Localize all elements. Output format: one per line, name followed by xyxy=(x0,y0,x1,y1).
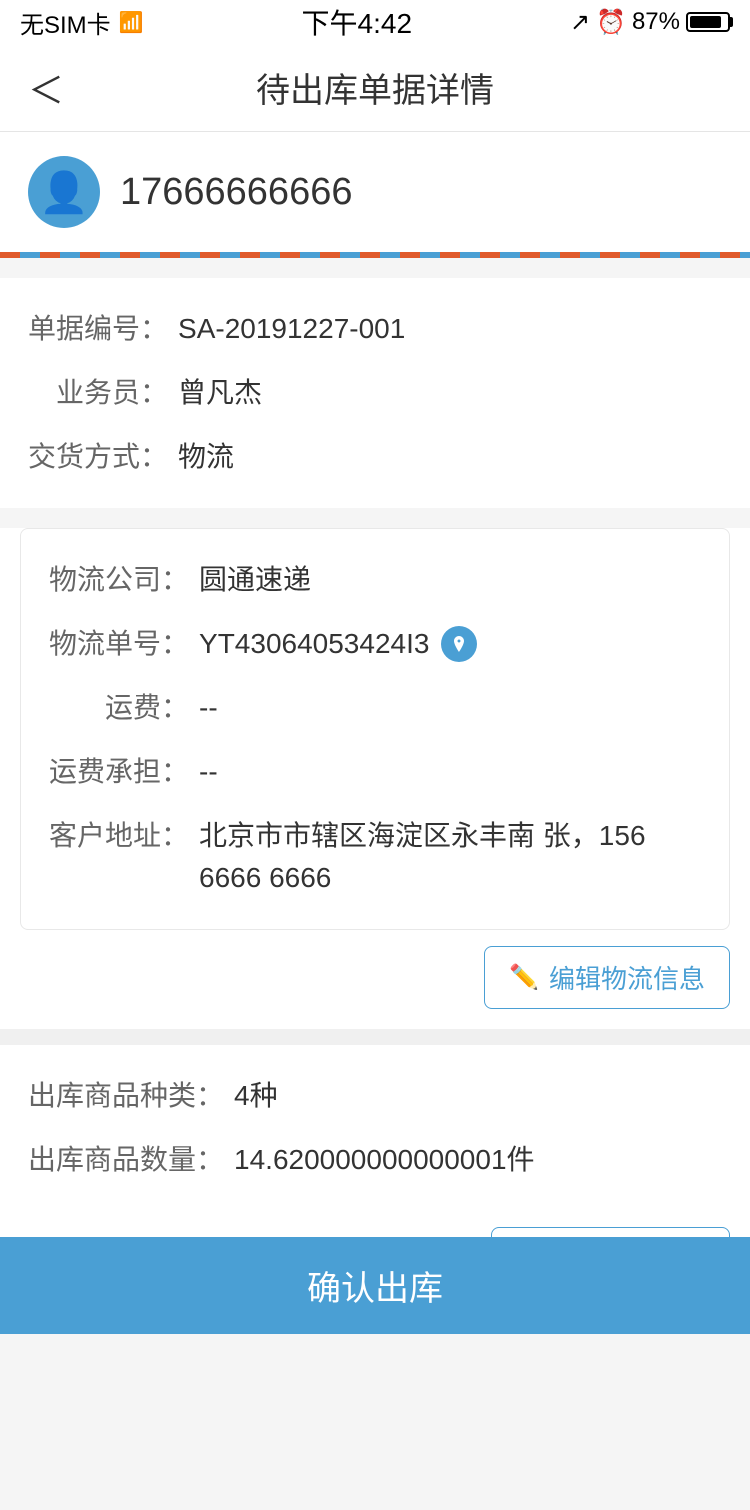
edit-logistics-button[interactable]: ✏️ 编辑物流信息 xyxy=(484,946,730,1009)
address-row: 客户地址： 北京市市辖区海淀区永丰南 张，156 6666 6666 xyxy=(49,815,701,899)
edit-icon: ✏️ xyxy=(509,963,539,992)
salesman-label: 业务员： xyxy=(28,372,168,414)
wifi-icon: 📶 xyxy=(119,10,144,35)
freight-bear-value: -- xyxy=(199,751,701,793)
avatar: 👤 xyxy=(28,156,100,228)
map-icon[interactable] xyxy=(441,626,477,662)
alarm-icon: ⏰ xyxy=(596,8,626,37)
goods-type-label: 出库商品种类： xyxy=(28,1075,224,1117)
freight-label: 运费： xyxy=(49,687,189,729)
tracking-value-row: YT43064053424I3 xyxy=(199,623,701,665)
divider1 xyxy=(0,1029,750,1045)
goods-type-row: 出库商品种类： 4种 xyxy=(28,1075,722,1117)
location-status-icon: ↗ xyxy=(570,8,590,37)
edit-btn-label: 编辑物流信息 xyxy=(549,959,705,996)
edit-btn-row: ✏️ 编辑物流信息 xyxy=(0,946,750,1029)
person-icon: 👤 xyxy=(39,169,89,216)
address-label: 客户地址： xyxy=(49,815,189,857)
goods-quantity-row: 出库商品数量： 14.620000000000001件 xyxy=(28,1139,722,1181)
confirm-btn-wrapper: 确认出库 xyxy=(0,1237,750,1334)
freight-row: 运费： -- xyxy=(49,687,701,729)
logistics-section: 物流公司： 圆通速递 物流单号： YT43064053424I3 运费： -- … xyxy=(0,528,750,1029)
company-label: 物流公司： xyxy=(49,559,189,601)
status-left: 无SIM卡 📶 xyxy=(20,5,144,40)
company-value: 圆通速递 xyxy=(199,559,701,601)
nav-bar: ＜ 待出库单据详情 xyxy=(0,44,750,132)
back-button[interactable]: ＜ xyxy=(28,62,64,114)
delivery-label: 交货方式： xyxy=(28,436,168,478)
battery-percent: 87% xyxy=(632,8,680,36)
order-no-label: 单据编号： xyxy=(28,308,168,350)
tracking-label: 物流单号： xyxy=(49,623,189,665)
carrier-label: 无SIM卡 xyxy=(20,5,111,40)
delivery-value: 物流 xyxy=(178,436,722,478)
tracking-value: YT43064053424I3 xyxy=(199,623,429,665)
battery-bar xyxy=(686,12,730,32)
logistics-card: 物流公司： 圆通速递 物流单号： YT43064053424I3 运费： -- … xyxy=(20,528,730,930)
order-no-value: SA-20191227-001 xyxy=(178,308,722,350)
basic-info-section: 单据编号： SA-20191227-001 业务员： 曾凡杰 交货方式： 物流 xyxy=(0,278,750,508)
goods-quantity-value: 14.620000000000001件 xyxy=(234,1139,722,1181)
freight-value: -- xyxy=(199,687,701,729)
gap1 xyxy=(0,258,750,278)
freight-bear-label: 运费承担： xyxy=(49,751,189,793)
address-value: 北京市市辖区海淀区永丰南 张，156 6666 6666 xyxy=(199,815,701,899)
bottom-space xyxy=(0,1310,750,1510)
page-title: 待出库单据详情 xyxy=(256,63,494,112)
salesman-row: 业务员： 曾凡杰 xyxy=(28,372,722,414)
tracking-row: 物流单号： YT43064053424I3 xyxy=(49,623,701,665)
goods-quantity-label: 出库商品数量： xyxy=(28,1139,224,1181)
delivery-row: 交货方式： 物流 xyxy=(28,436,722,478)
confirm-button[interactable]: 确认出库 xyxy=(307,1261,443,1310)
salesman-value: 曾凡杰 xyxy=(178,372,722,414)
goods-info: 出库商品种类： 4种 出库商品数量： 14.620000000000001件 xyxy=(0,1045,750,1211)
gap2 xyxy=(0,508,750,528)
contact-header: 👤 17666666666 xyxy=(0,132,750,252)
freight-bear-row: 运费承担： -- xyxy=(49,751,701,793)
status-right: ↗ ⏰ 87% xyxy=(570,8,730,37)
contact-section: 👤 17666666666 xyxy=(0,132,750,258)
company-row: 物流公司： 圆通速递 xyxy=(49,559,701,601)
status-bar: 无SIM卡 📶 下午4:42 ↗ ⏰ 87% xyxy=(0,0,750,44)
order-no-row: 单据编号： SA-20191227-001 xyxy=(28,308,722,350)
status-time: 下午4:42 xyxy=(302,2,413,42)
battery-fill xyxy=(690,16,721,28)
phone-number: 17666666666 xyxy=(120,171,352,214)
goods-type-value: 4种 xyxy=(234,1075,722,1117)
